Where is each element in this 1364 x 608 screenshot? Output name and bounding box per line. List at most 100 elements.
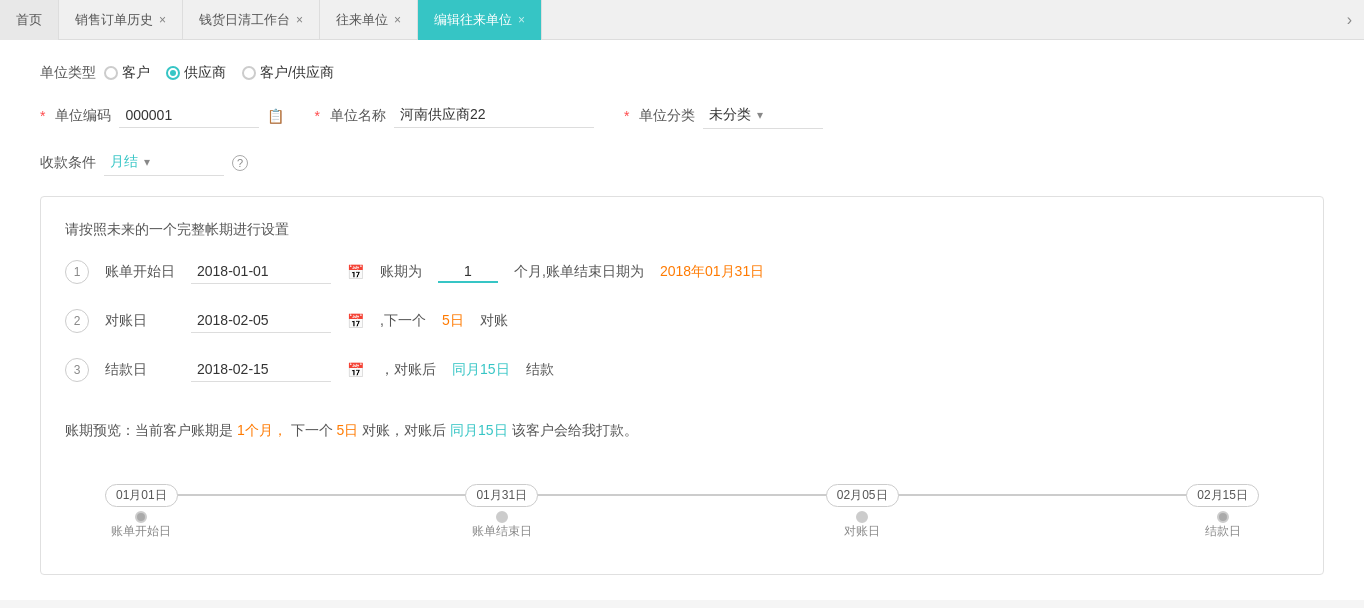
tab-cashflow-workbench[interactable]: 钱货日清工作台 × bbox=[183, 0, 320, 40]
radio-both-label: 客户/供应商 bbox=[260, 64, 334, 82]
tab-cashflow-label: 钱货日清工作台 bbox=[199, 11, 290, 29]
radio-supplier-circle bbox=[166, 66, 180, 80]
tab-home[interactable]: 首页 bbox=[0, 0, 59, 40]
payment-terms-chevron-icon: ▾ bbox=[144, 155, 150, 169]
tab-cashflow-close-icon[interactable]: × bbox=[296, 13, 303, 27]
timeline-label-1: 账单开始日 bbox=[111, 523, 171, 540]
tab-sales-order-history[interactable]: 销售订单历史 × bbox=[59, 0, 183, 40]
radio-both-circle bbox=[242, 66, 256, 80]
step-3-date-input[interactable] bbox=[191, 357, 331, 382]
unit-type-radio-group: 客户 供应商 客户/供应商 bbox=[104, 64, 334, 82]
timeline-node-1: 01月01日 账单开始日 bbox=[105, 484, 178, 540]
radio-supplier-label: 供应商 bbox=[184, 64, 226, 82]
radio-both[interactable]: 客户/供应商 bbox=[242, 64, 334, 82]
step-2-desc-highlight: 5日 bbox=[442, 312, 464, 330]
tab-sales-label: 销售订单历史 bbox=[75, 11, 153, 29]
unit-name-label: 单位名称 bbox=[330, 107, 386, 125]
tab-counterparty-close-icon[interactable]: × bbox=[394, 13, 401, 27]
timeline-label-2: 账单结束日 bbox=[472, 523, 532, 540]
payment-terms-row: 收款条件 月结 ▾ ? bbox=[40, 149, 1324, 176]
step-2-desc-prefix: ,下一个 bbox=[380, 312, 426, 330]
preview-prefix: 账期预览：当前客户账期是 bbox=[65, 422, 233, 438]
step-3-row: 3 结款日 📅 ，对账后 同月15日 结款 bbox=[65, 357, 1299, 382]
radio-customer[interactable]: 客户 bbox=[104, 64, 150, 82]
tab-edit-counterparty[interactable]: 编辑往来单位 × bbox=[418, 0, 542, 40]
preview-highlight3: 同月15日 bbox=[450, 422, 508, 438]
unit-category-group: * 单位分类 未分类 ▾ bbox=[624, 102, 823, 129]
timeline-badge-2: 01月31日 bbox=[465, 484, 538, 507]
timeline-badge-4: 02月15日 bbox=[1186, 484, 1259, 507]
unit-code-input[interactable] bbox=[119, 103, 259, 128]
radio-customer-label: 客户 bbox=[122, 64, 150, 82]
tab-edit-counterparty-label: 编辑往来单位 bbox=[434, 11, 512, 29]
unit-type-label: 单位类型 bbox=[40, 64, 96, 82]
step-1-period-prefix: 账期为 bbox=[380, 263, 422, 281]
step-3-num: 3 bbox=[65, 358, 89, 382]
payment-terms-group: 收款条件 月结 ▾ ? bbox=[40, 149, 248, 176]
step-3-label: 结款日 bbox=[105, 361, 175, 379]
timeline-dot-4 bbox=[1217, 511, 1229, 523]
unit-code-copy-icon[interactable]: 📋 bbox=[267, 108, 284, 124]
payment-terms-select[interactable]: 月结 ▾ bbox=[104, 149, 224, 176]
unit-info-row: * 单位编码 📋 * 单位名称 * 单位分类 未分类 ▾ bbox=[40, 102, 1324, 129]
tab-more-button[interactable]: › bbox=[1335, 11, 1364, 29]
settings-section: 请按照未来的一个完整帐期进行设置 1 账单开始日 📅 账期为 个月,账单结束日期… bbox=[40, 196, 1324, 575]
preview-suffix: 该客户会给我打款。 bbox=[512, 422, 638, 438]
preview-highlight1: 1个月， bbox=[237, 422, 287, 438]
unit-name-input[interactable] bbox=[394, 103, 594, 128]
radio-customer-circle bbox=[104, 66, 118, 80]
step-1-row: 1 账单开始日 📅 账期为 个月,账单结束日期为 2018年01月31日 bbox=[65, 259, 1299, 284]
unit-name-required: * bbox=[314, 108, 319, 124]
step-2-desc-suffix: 对账 bbox=[480, 312, 508, 330]
timeline: 01月01日 账单开始日 01月31日 账单结束日 02月05日 对账日 02月… bbox=[65, 464, 1299, 550]
timeline-label-3: 对账日 bbox=[844, 523, 880, 540]
unit-category-chevron-icon: ▾ bbox=[757, 108, 763, 122]
timeline-dot-2 bbox=[496, 511, 508, 523]
unit-code-required: * bbox=[40, 108, 45, 124]
step-3-desc-prefix: ，对账后 bbox=[380, 361, 436, 379]
tab-bar: 首页 销售订单历史 × 钱货日清工作台 × 往来单位 × 编辑往来单位 × › bbox=[0, 0, 1364, 40]
step-1-date-input[interactable] bbox=[191, 259, 331, 284]
main-content: 单位类型 客户 供应商 客户/供应商 * 单位编码 bbox=[0, 40, 1364, 600]
unit-category-label: 单位分类 bbox=[639, 107, 695, 125]
timeline-dot-1 bbox=[135, 511, 147, 523]
radio-supplier[interactable]: 供应商 bbox=[166, 64, 226, 82]
timeline-node-4: 02月15日 结款日 bbox=[1186, 484, 1259, 540]
step-1-period-input[interactable] bbox=[438, 261, 498, 283]
preview-middle: 下一个 bbox=[291, 422, 333, 438]
unit-category-select[interactable]: 未分类 ▾ bbox=[703, 102, 823, 129]
tab-sales-close-icon[interactable]: × bbox=[159, 13, 166, 27]
unit-type-row: 单位类型 客户 供应商 客户/供应商 bbox=[40, 64, 1324, 82]
step-2-label: 对账日 bbox=[105, 312, 175, 330]
tab-counterparty[interactable]: 往来单位 × bbox=[320, 0, 418, 40]
unit-code-group: * 单位编码 📋 bbox=[40, 103, 284, 128]
step-1-num: 1 bbox=[65, 260, 89, 284]
timeline-node-3: 02月05日 对账日 bbox=[826, 484, 899, 540]
preview-middle2: 对账，对账后 bbox=[362, 422, 446, 438]
step-2-date-input[interactable] bbox=[191, 308, 331, 333]
step-1-period-end: 2018年01月31日 bbox=[660, 263, 764, 281]
step-1-label: 账单开始日 bbox=[105, 263, 175, 281]
unit-name-group: * 单位名称 bbox=[314, 103, 593, 128]
step-1-period-suffix: 个月,账单结束日期为 bbox=[514, 263, 644, 281]
timeline-badge-3: 02月05日 bbox=[826, 484, 899, 507]
payment-terms-label: 收款条件 bbox=[40, 154, 96, 172]
section-title: 请按照未来的一个完整帐期进行设置 bbox=[65, 221, 1299, 239]
payment-terms-value: 月结 bbox=[110, 153, 138, 171]
payment-terms-help-icon[interactable]: ? bbox=[232, 155, 248, 171]
tab-edit-counterparty-close-icon[interactable]: × bbox=[518, 13, 525, 27]
unit-code-label: 单位编码 bbox=[55, 107, 111, 125]
step-2-calendar-icon[interactable]: 📅 bbox=[347, 313, 364, 329]
timeline-nodes: 01月01日 账单开始日 01月31日 账单结束日 02月05日 对账日 02月… bbox=[105, 484, 1259, 540]
step-2-row: 2 对账日 📅 ,下一个 5日 对账 bbox=[65, 308, 1299, 333]
unit-type-group: 单位类型 客户 供应商 客户/供应商 bbox=[40, 64, 334, 82]
timeline-badge-1: 01月01日 bbox=[105, 484, 178, 507]
timeline-node-2: 01月31日 账单结束日 bbox=[465, 484, 538, 540]
unit-category-value: 未分类 bbox=[709, 106, 751, 124]
step-1-calendar-icon[interactable]: 📅 bbox=[347, 264, 364, 280]
step-2-num: 2 bbox=[65, 309, 89, 333]
tab-counterparty-label: 往来单位 bbox=[336, 11, 388, 29]
step-3-calendar-icon[interactable]: 📅 bbox=[347, 362, 364, 378]
timeline-label-4: 结款日 bbox=[1205, 523, 1241, 540]
timeline-dot-3 bbox=[856, 511, 868, 523]
